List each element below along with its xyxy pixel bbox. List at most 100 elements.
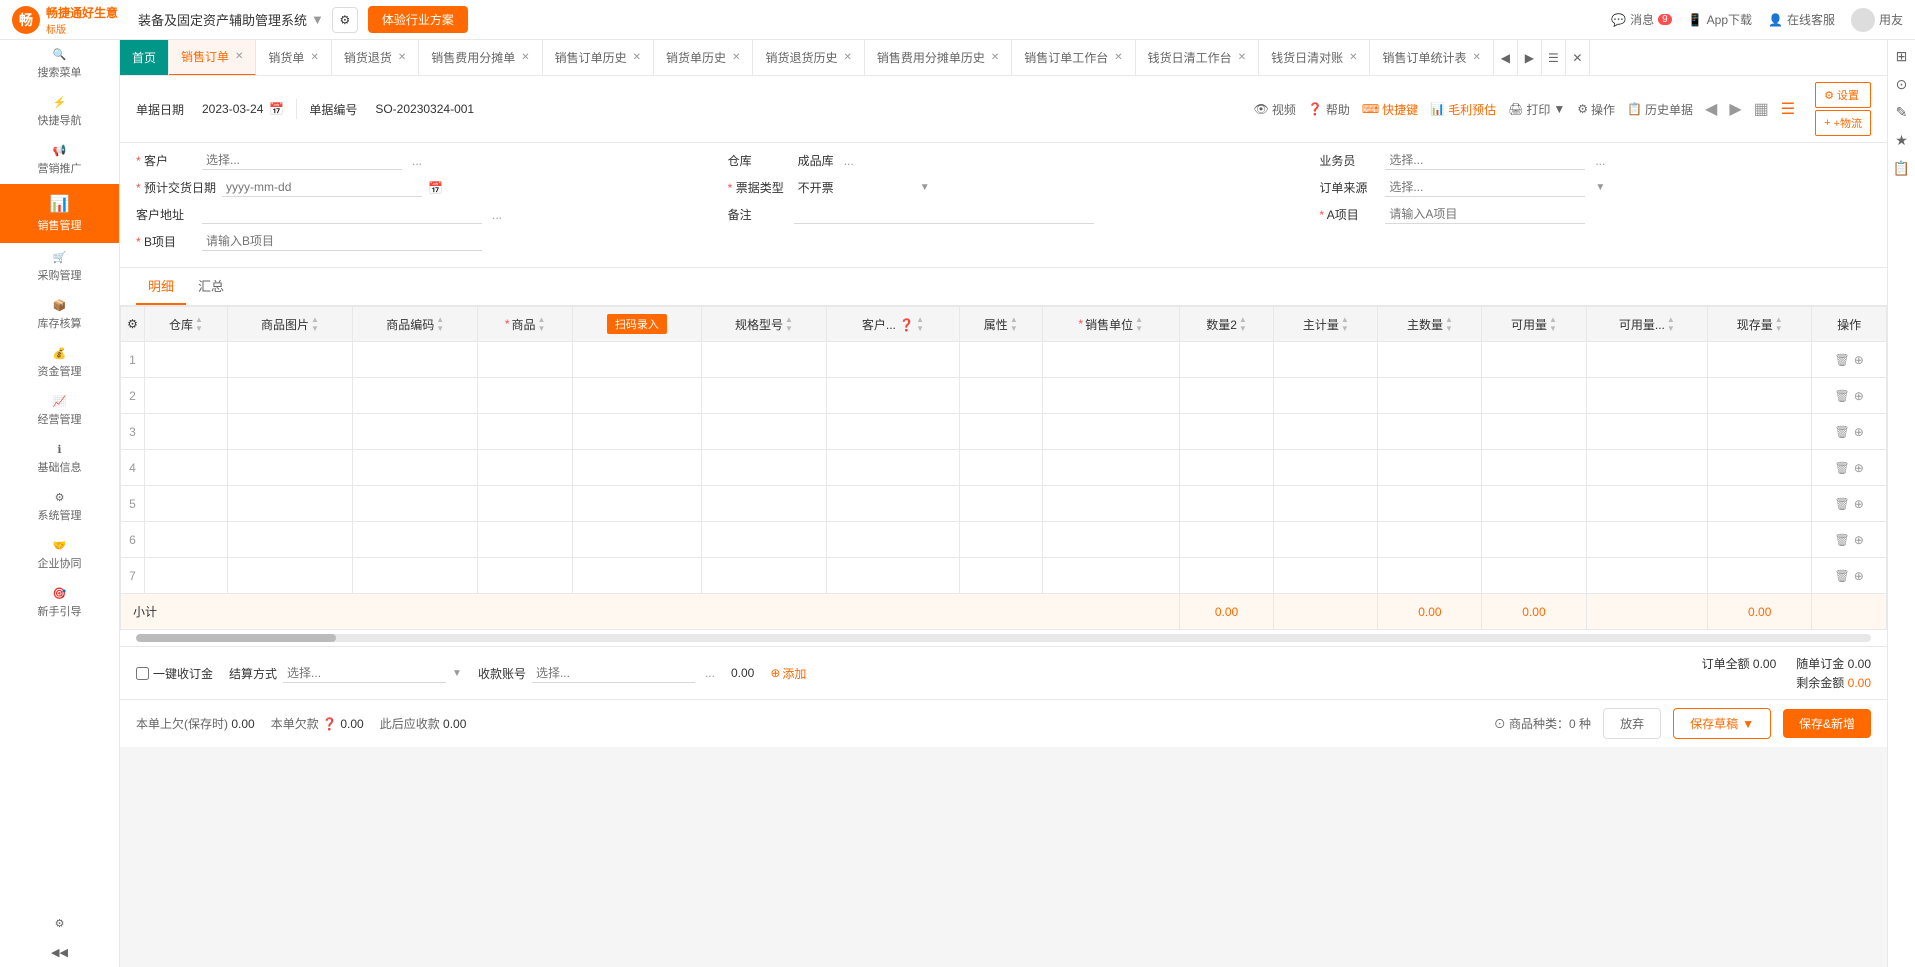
tab-close-sales-order[interactable]: ✕: [235, 51, 243, 62]
quickpay-checkbox[interactable]: 一键收订金: [136, 665, 213, 682]
tab-close-all-icon[interactable]: ✕: [1566, 40, 1590, 76]
save-new-button[interactable]: 保存&新增: [1783, 709, 1871, 738]
payment-dropdown-icon[interactable]: ▼: [452, 668, 462, 679]
settings-form-btn[interactable]: ⚙ 设置: [1815, 82, 1871, 108]
list-view-icon[interactable]: ☰: [1781, 99, 1795, 119]
app-download-button[interactable]: 📱 App下载: [1688, 11, 1752, 28]
nav-next-icon[interactable]: ▶: [1729, 99, 1741, 119]
tab-daily-workbench[interactable]: 钱货日清工作台✕: [1136, 40, 1259, 76]
settings-gear-icon[interactable]: ⚙: [332, 7, 358, 33]
abandon-button[interactable]: 放弃: [1603, 708, 1661, 739]
tab-close-sales-bill[interactable]: ✕: [310, 52, 318, 63]
scan-btn[interactable]: 扫码录入: [607, 314, 667, 334]
quickpay-checkbox-input[interactable]: [136, 667, 149, 680]
row-copy-icon[interactable]: ⊕: [1854, 425, 1864, 439]
sidebar-item-marketing[interactable]: 📢 营销推广: [0, 136, 119, 184]
user-avatar[interactable]: 用友: [1851, 8, 1903, 32]
tab-sales-bill-history[interactable]: 销货单历史✕: [654, 40, 753, 76]
row-delete-icon[interactable]: 🗑: [1834, 353, 1849, 367]
row-delete-icon[interactable]: 🗑: [1834, 497, 1849, 511]
address-input[interactable]: [202, 205, 482, 224]
sidebar-item-system[interactable]: ⚙ 系统管理: [0, 483, 119, 531]
row-copy-icon[interactable]: ⊕: [1854, 533, 1864, 547]
tab-return-history[interactable]: 销货退货历史✕: [753, 40, 864, 76]
right-panel-icon-2[interactable]: ⊙: [1890, 72, 1914, 96]
tab-sales-fee[interactable]: 销售费用分摊单✕: [419, 40, 542, 76]
tab-detail[interactable]: 明细: [136, 268, 186, 305]
row-delete-icon[interactable]: 🗑: [1834, 533, 1849, 547]
sidebar-item-basic[interactable]: ℹ 基础信息: [0, 435, 119, 483]
sidebar-item-sales[interactable]: 📊 销售管理: [0, 184, 119, 243]
help-btn[interactable]: ❓ 帮助: [1308, 101, 1350, 118]
delivery-calendar-icon[interactable]: 📅: [428, 181, 443, 195]
tab-next-icon[interactable]: ▶: [1518, 40, 1542, 76]
history-btn[interactable]: 📋 历史单据: [1627, 101, 1693, 118]
online-service-button[interactable]: 👤 在线客服: [1768, 11, 1835, 28]
tab-daily-reconcile[interactable]: 钱货日清对账✕: [1259, 40, 1370, 76]
system-dropdown-icon[interactable]: ▼: [311, 12, 324, 27]
order-source-input[interactable]: [1385, 178, 1585, 197]
sidebar-collapse-icon[interactable]: ◀◀: [0, 938, 119, 967]
b-project-input[interactable]: [202, 232, 482, 251]
delivery-date-input[interactable]: [222, 178, 422, 197]
account-more-icon[interactable]: ...: [705, 666, 715, 680]
warehouse-more-icon[interactable]: ...: [844, 154, 854, 168]
a-project-input[interactable]: [1385, 205, 1585, 224]
save-draft-button[interactable]: 保存草稿 ▼: [1673, 708, 1771, 739]
sidebar-item-guide[interactable]: 🎯 新手引导: [0, 579, 119, 627]
customer-more-icon[interactable]: ...: [412, 154, 422, 168]
right-panel-icon-1[interactable]: ⊞: [1890, 44, 1914, 68]
note-input[interactable]: [794, 205, 1094, 224]
tab-close-sales-return[interactable]: ✕: [398, 52, 406, 63]
solution-button[interactable]: 体验行业方案: [368, 6, 468, 33]
sidebar-item-quicknav[interactable]: ⚡ 快捷导航: [0, 88, 119, 136]
tab-sales-order-history[interactable]: 销售订单历史✕: [543, 40, 654, 76]
view-video-btn[interactable]: 👁 视频: [1254, 101, 1296, 118]
right-panel-icon-4[interactable]: ★: [1890, 128, 1914, 152]
messages-button[interactable]: 💬 消息 9: [1611, 11, 1672, 28]
row-copy-icon[interactable]: ⊕: [1854, 497, 1864, 511]
tab-summary[interactable]: 汇总: [186, 268, 236, 305]
salesperson-input[interactable]: [1385, 151, 1585, 170]
tab-list-icon[interactable]: ☰: [1542, 40, 1566, 76]
salesperson-more-icon[interactable]: ...: [1595, 154, 1605, 168]
print-btn[interactable]: 🖨 打印 ▼: [1508, 101, 1565, 118]
sidebar-item-inventory[interactable]: 📦 库存核算: [0, 291, 119, 339]
right-panel-icon-5[interactable]: 📋: [1890, 156, 1914, 180]
sidebar-item-enterprise[interactable]: 🤝 企业协同: [0, 531, 119, 579]
table-scrollbar[interactable]: [120, 630, 1887, 646]
sidebar-item-search[interactable]: 🔍 搜索菜单: [0, 40, 119, 88]
tab-sales-order[interactable]: 销售订单✕: [169, 40, 256, 76]
tab-prev-icon[interactable]: ◀: [1494, 40, 1518, 76]
row-copy-icon[interactable]: ⊕: [1854, 389, 1864, 403]
grid-view-icon[interactable]: ▦: [1754, 99, 1769, 119]
sidebar-settings-icon[interactable]: ⚙: [0, 909, 119, 938]
calendar-icon[interactable]: 📅: [269, 102, 284, 116]
order-source-dropdown-icon[interactable]: ▼: [1595, 182, 1605, 193]
customer-input[interactable]: [202, 151, 402, 170]
shortcut-btn[interactable]: ⌨ 快捷键: [1362, 101, 1418, 118]
add-payment-btn[interactable]: ⊕ 添加: [770, 665, 806, 682]
invoice-dropdown-icon[interactable]: ▼: [920, 182, 930, 193]
col-settings-icon[interactable]: ⚙: [121, 307, 145, 342]
sidebar-item-operations[interactable]: 📈 经营管理: [0, 387, 119, 435]
row-delete-icon[interactable]: 🗑: [1834, 425, 1849, 439]
right-panel-icon-3[interactable]: ✎: [1890, 100, 1914, 124]
address-more-icon[interactable]: ...: [492, 208, 502, 222]
tab-sales-return[interactable]: 销货退货✕: [332, 40, 419, 76]
row-delete-icon[interactable]: 🗑: [1834, 569, 1849, 583]
row-delete-icon[interactable]: 🗑: [1834, 461, 1849, 475]
row-copy-icon[interactable]: ⊕: [1854, 569, 1864, 583]
row-copy-icon[interactable]: ⊕: [1854, 353, 1864, 367]
row-copy-icon[interactable]: ⊕: [1854, 461, 1864, 475]
row-delete-icon[interactable]: 🗑: [1834, 389, 1849, 403]
profit-btn[interactable]: 📊 毛利预估: [1430, 101, 1496, 118]
operation-btn[interactable]: ⚙ 操作: [1577, 101, 1615, 118]
payment-method-input[interactable]: [283, 664, 446, 683]
sidebar-item-purchase[interactable]: 🛒 采购管理: [0, 243, 119, 291]
tab-order-stats[interactable]: 销售订单统计表✕: [1370, 40, 1493, 76]
add-logistics-btn[interactable]: + +物流: [1815, 110, 1871, 136]
tab-fee-history[interactable]: 销售费用分摊单历史✕: [865, 40, 1012, 76]
save-draft-dropdown-icon[interactable]: ▼: [1742, 717, 1754, 731]
tab-order-workbench[interactable]: 销售订单工作台✕: [1012, 40, 1135, 76]
